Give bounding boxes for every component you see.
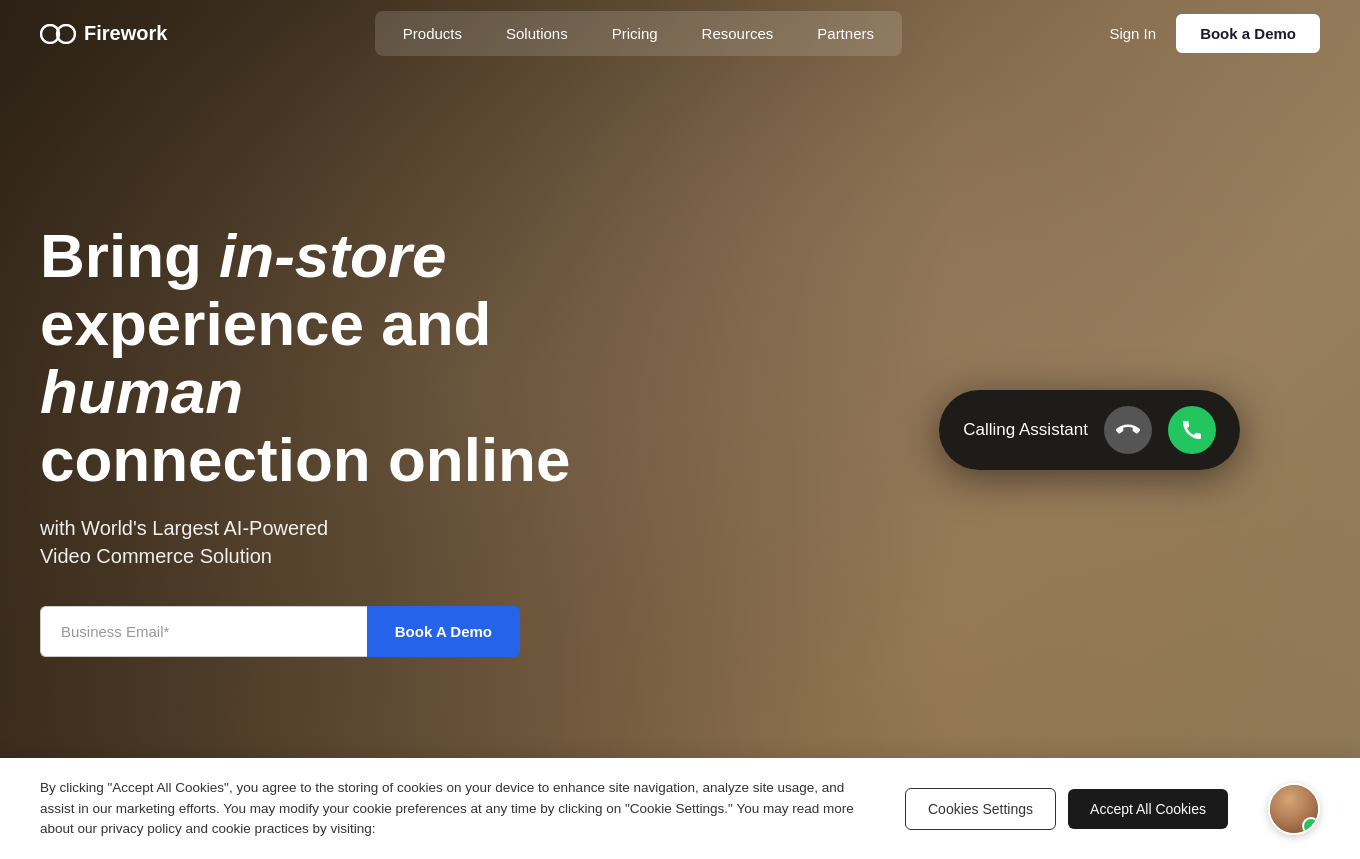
cookie-accept-button[interactable]: Accept All Cookies xyxy=(1068,789,1228,829)
cookie-actions: Cookies Settings Accept All Cookies xyxy=(905,788,1228,830)
cookie-avatar xyxy=(1268,783,1320,835)
hero-content: Bring in-storeexperience and humanconnec… xyxy=(0,222,750,658)
book-demo-hero-button[interactable]: Book A Demo xyxy=(367,606,520,657)
hero-form: Book A Demo xyxy=(40,606,520,657)
nav-partners[interactable]: Partners xyxy=(797,17,894,50)
calling-label: Calling Assistant xyxy=(963,420,1088,440)
logo[interactable]: Firework xyxy=(40,22,167,45)
cookie-message: By clicking "Accept All Cookies", you ag… xyxy=(40,778,865,839)
nav-right: Sign In Book a Demo xyxy=(1109,14,1320,53)
call-end-button[interactable] xyxy=(1104,406,1152,454)
nav-resources[interactable]: Resources xyxy=(682,17,794,50)
nav-center: Products Solutions Pricing Resources Par… xyxy=(375,11,902,56)
cookie-settings-button[interactable]: Cookies Settings xyxy=(905,788,1056,830)
logo-icon xyxy=(40,24,76,44)
navbar: Firework Products Solutions Pricing Reso… xyxy=(0,0,1360,67)
sign-in-button[interactable]: Sign In xyxy=(1109,25,1156,42)
nav-pricing[interactable]: Pricing xyxy=(592,17,678,50)
call-accept-button[interactable] xyxy=(1168,406,1216,454)
nav-solutions[interactable]: Solutions xyxy=(486,17,588,50)
email-input[interactable] xyxy=(40,606,367,657)
hero-section: Bring in-storeexperience and humanconnec… xyxy=(0,0,1360,859)
logo-text: Firework xyxy=(84,22,167,45)
hero-title: Bring in-storeexperience and humanconnec… xyxy=(40,222,710,495)
nav-products[interactable]: Products xyxy=(383,17,482,50)
hero-title-line1: Bring in-storeexperience and humanconnec… xyxy=(40,221,570,495)
cookie-banner: By clicking "Accept All Cookies", you ag… xyxy=(0,758,1360,859)
book-demo-nav-button[interactable]: Book a Demo xyxy=(1176,14,1320,53)
calling-widget: Calling Assistant xyxy=(939,390,1240,470)
hero-subtitle: with World's Largest AI-Powered Video Co… xyxy=(40,514,710,570)
